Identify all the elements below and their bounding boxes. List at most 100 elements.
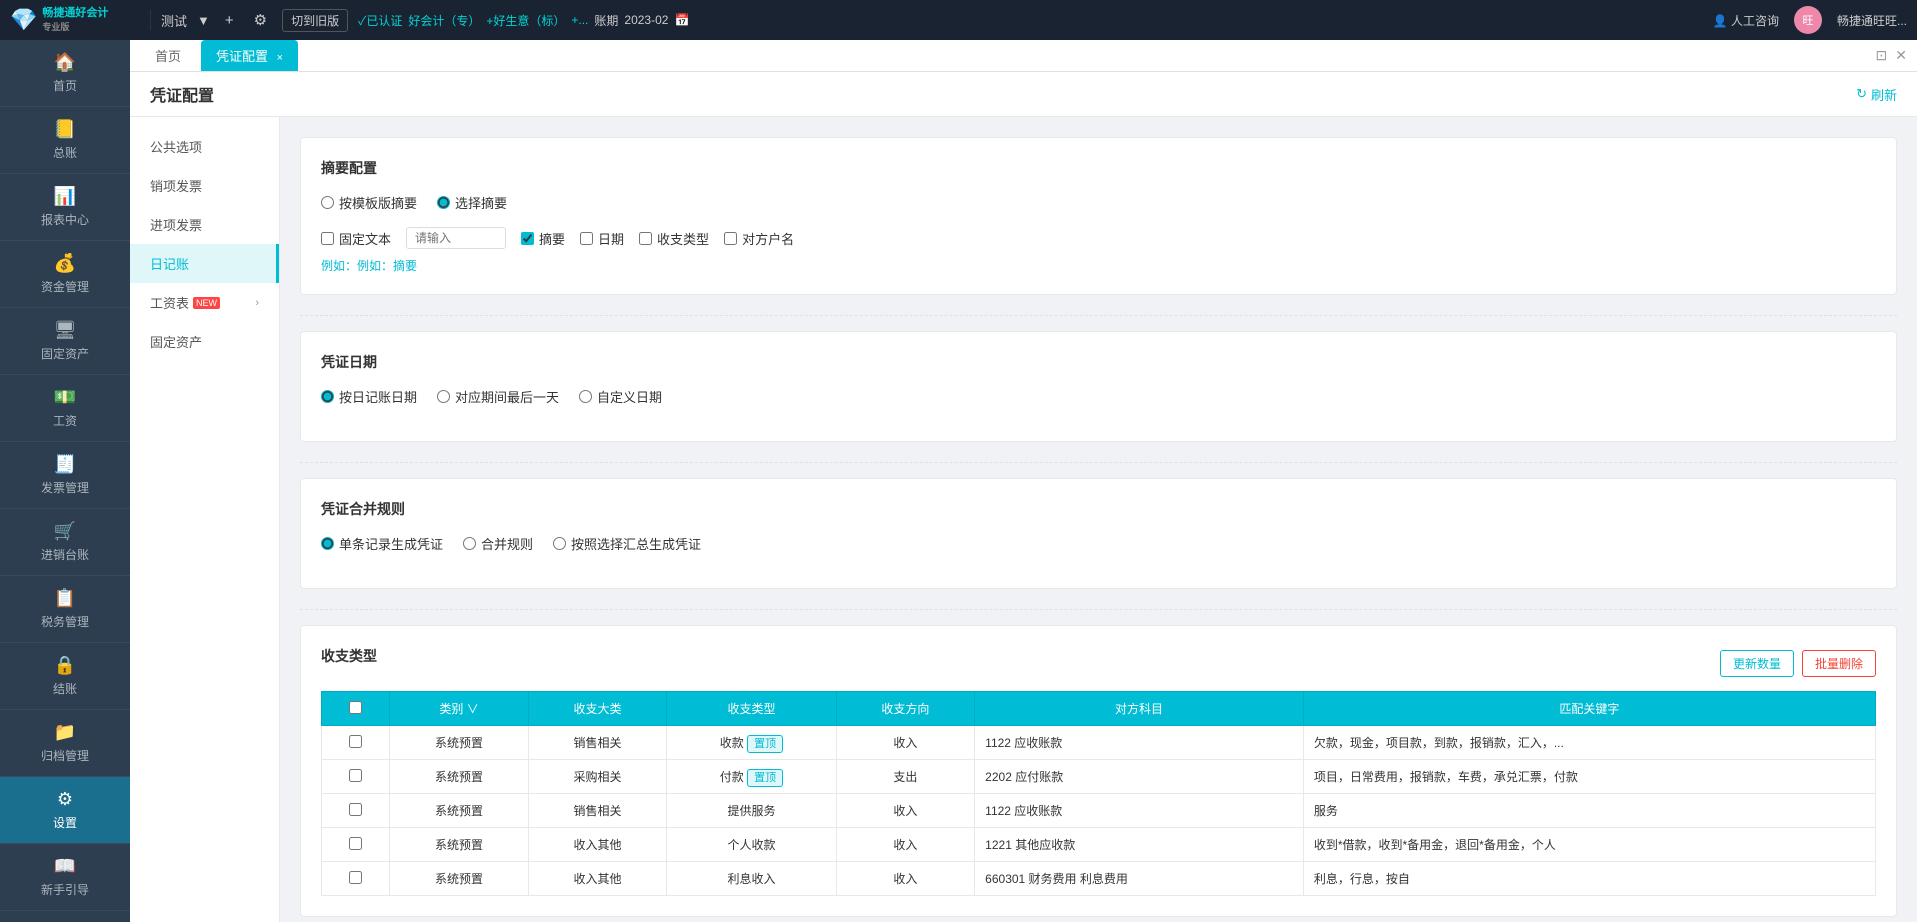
td-type-1: 收款 置顶 xyxy=(667,726,836,760)
counterpart-checkbox-label[interactable]: 对方户名 xyxy=(724,229,794,248)
sidebar-item-invoice[interactable]: 🧾 发票管理 xyxy=(0,442,130,509)
fixed-text-input[interactable] xyxy=(406,227,506,249)
tab-voucher[interactable]: 凭证配置 × xyxy=(201,40,298,71)
td-category-5: 系统预置 xyxy=(390,862,529,896)
td-subject-4: 1221 其他应收款 xyxy=(975,828,1304,862)
switch-version-button[interactable]: 切到旧版 xyxy=(282,9,348,32)
main-content: 首页 凭证配置 × ⊡ ✕ 凭证配置 ↻ 刷新 公共选项 销项发票 xyxy=(130,40,1917,922)
sidebar-item-settings[interactable]: ⚙ 设置 xyxy=(0,777,130,844)
sidebar-item-archive[interactable]: 📁 归档管理 xyxy=(0,710,130,777)
td-major-type-3: 销售相关 xyxy=(528,794,667,828)
template-radio[interactable] xyxy=(321,196,334,209)
td-checkbox-3[interactable] xyxy=(322,794,390,828)
row-checkbox-4[interactable] xyxy=(349,837,362,850)
merge-rule-radio-label[interactable]: 合并规则 xyxy=(463,534,533,553)
period-label: 账期 xyxy=(594,12,618,29)
fixed-text-checkbox-label[interactable]: 固定文本 xyxy=(321,229,391,248)
settings-icon[interactable]: ⚙ xyxy=(249,9,272,31)
app-logo: 💎 畅捷通好会计 专业版 xyxy=(10,7,140,33)
body-layout: 公共选项 销项发票 进项发票 日记账 工资表 NEW › xyxy=(130,117,1917,922)
sidebar-item-ledger[interactable]: 📒 总账 xyxy=(0,107,130,174)
left-menu-sales[interactable]: 销项发票 xyxy=(130,166,279,205)
tab-bar: 首页 凭证配置 × ⊡ ✕ xyxy=(130,40,1917,72)
batch-delete-button[interactable]: 批量删除 xyxy=(1802,650,1876,677)
th-direction: 收支方向 xyxy=(836,692,975,726)
sidebar-item-purchase[interactable]: 🛒 进销台账 xyxy=(0,509,130,576)
select-all-checkbox[interactable] xyxy=(349,701,362,714)
section-separator-3 xyxy=(300,609,1897,610)
td-checkbox-1[interactable] xyxy=(322,726,390,760)
summary-checkbox-label[interactable]: 摘要 xyxy=(521,229,565,248)
last-day-radio-label[interactable]: 对应期间最后一天 xyxy=(437,387,559,406)
date-checkbox[interactable] xyxy=(580,232,593,245)
template-radio-label[interactable]: 按模板版摘要 xyxy=(321,193,417,212)
income-expense-title: 收支类型 xyxy=(321,646,377,666)
merge-title: 凭证合并规则 xyxy=(321,499,1876,519)
td-checkbox-2[interactable] xyxy=(322,760,390,794)
close-period-icon: 🔒 xyxy=(54,655,76,676)
custom-date-radio[interactable] xyxy=(579,390,592,403)
td-direction-4: 收入 xyxy=(836,828,975,862)
update-count-button[interactable]: 更新数量 xyxy=(1720,650,1794,677)
th-category[interactable]: 类别 ∨ xyxy=(390,692,529,726)
calendar-icon[interactable]: 📅 xyxy=(674,13,689,27)
status-tags: ✓已认证 好会计（专） +好生意（标） +... 账期 2023-02 📅 xyxy=(358,12,689,29)
type-checkbox[interactable] xyxy=(639,232,652,245)
td-major-type-2: 采购相关 xyxy=(528,760,667,794)
reset-tag-2[interactable]: 置顶 xyxy=(747,769,783,787)
merge-rule-radio[interactable] xyxy=(463,537,476,550)
single-radio-label[interactable]: 单条记录生成凭证 xyxy=(321,534,443,553)
left-menu-journal[interactable]: 日记账 xyxy=(130,244,279,283)
window-close-icon[interactable]: ✕ xyxy=(1895,47,1907,64)
select-radio-label[interactable]: 选择摘要 xyxy=(437,193,507,212)
td-subject-3: 1122 应收账款 xyxy=(975,794,1304,828)
select-radio[interactable] xyxy=(437,196,450,209)
single-radio[interactable] xyxy=(321,537,334,550)
th-checkbox[interactable] xyxy=(322,692,390,726)
reset-tag-1[interactable]: 置顶 xyxy=(747,735,783,753)
td-checkbox-5[interactable] xyxy=(322,862,390,896)
tab-close-icon[interactable]: × xyxy=(277,52,283,64)
row-checkbox-1[interactable] xyxy=(349,735,362,748)
left-menu-purchase[interactable]: 进项发票 xyxy=(130,205,279,244)
journal-date-radio-label[interactable]: 按日记账日期 xyxy=(321,387,417,406)
select-total-radio[interactable] xyxy=(553,537,566,550)
sidebar-item-member[interactable]: ⭐ 畅会员 xyxy=(0,911,130,922)
journal-date-radio[interactable] xyxy=(321,390,334,403)
select-total-radio-label[interactable]: 按照选择汇总生成凭证 xyxy=(553,534,701,553)
sidebar-item-report[interactable]: 📊 报表中心 xyxy=(0,174,130,241)
sidebar-item-guide[interactable]: 📖 新手引导 xyxy=(0,844,130,911)
refresh-button[interactable]: ↻ 刷新 xyxy=(1856,85,1897,104)
row-checkbox-2[interactable] xyxy=(349,769,362,782)
sidebar-item-close[interactable]: 🔒 结账 xyxy=(0,643,130,710)
left-menu-public[interactable]: 公共选项 xyxy=(130,127,279,166)
left-menu: 公共选项 销项发票 进项发票 日记账 工资表 NEW › xyxy=(130,117,280,922)
row-checkbox-3[interactable] xyxy=(349,803,362,816)
test-dropdown[interactable]: ▼ xyxy=(197,13,210,28)
summary-checkbox[interactable] xyxy=(521,232,534,245)
add-button[interactable]: + xyxy=(220,10,239,31)
left-menu-fixed-asset[interactable]: 固定资产 xyxy=(130,322,279,361)
row-checkbox-5[interactable] xyxy=(349,871,362,884)
sidebar-item-home[interactable]: 🏠 首页 xyxy=(0,40,130,107)
fund-icon: 💰 xyxy=(54,253,76,274)
sidebar-item-salary[interactable]: 💵 工资 xyxy=(0,375,130,442)
tab-home[interactable]: 首页 xyxy=(140,40,196,71)
table-row: 系统预置 销售相关 提供服务 收入 1122 应收账款 服务 xyxy=(322,794,1876,828)
fixed-text-checkbox[interactable] xyxy=(321,232,334,245)
td-checkbox-4[interactable] xyxy=(322,828,390,862)
sidebar-item-fund[interactable]: 💰 资金管理 xyxy=(0,241,130,308)
top-right-area: 👤 人工咨询 旺 畅捷通旺旺... xyxy=(1713,6,1907,34)
left-menu-payroll[interactable]: 工资表 NEW › xyxy=(130,283,279,322)
new-badge: NEW xyxy=(193,297,220,309)
last-day-radio[interactable] xyxy=(437,390,450,403)
custom-date-radio-label[interactable]: 自定义日期 xyxy=(579,387,662,406)
sidebar-item-tax[interactable]: 📋 税务管理 xyxy=(0,576,130,643)
nav-divider xyxy=(150,10,151,30)
date-checkbox-label[interactable]: 日期 xyxy=(580,229,624,248)
window-restore-icon[interactable]: ⊡ xyxy=(1876,47,1888,64)
type-checkbox-label[interactable]: 收支类型 xyxy=(639,229,709,248)
counterpart-checkbox[interactable] xyxy=(724,232,737,245)
support-link[interactable]: 👤 人工咨询 xyxy=(1713,12,1779,29)
sidebar-item-asset[interactable]: 🖥 固定资产 xyxy=(0,308,130,375)
